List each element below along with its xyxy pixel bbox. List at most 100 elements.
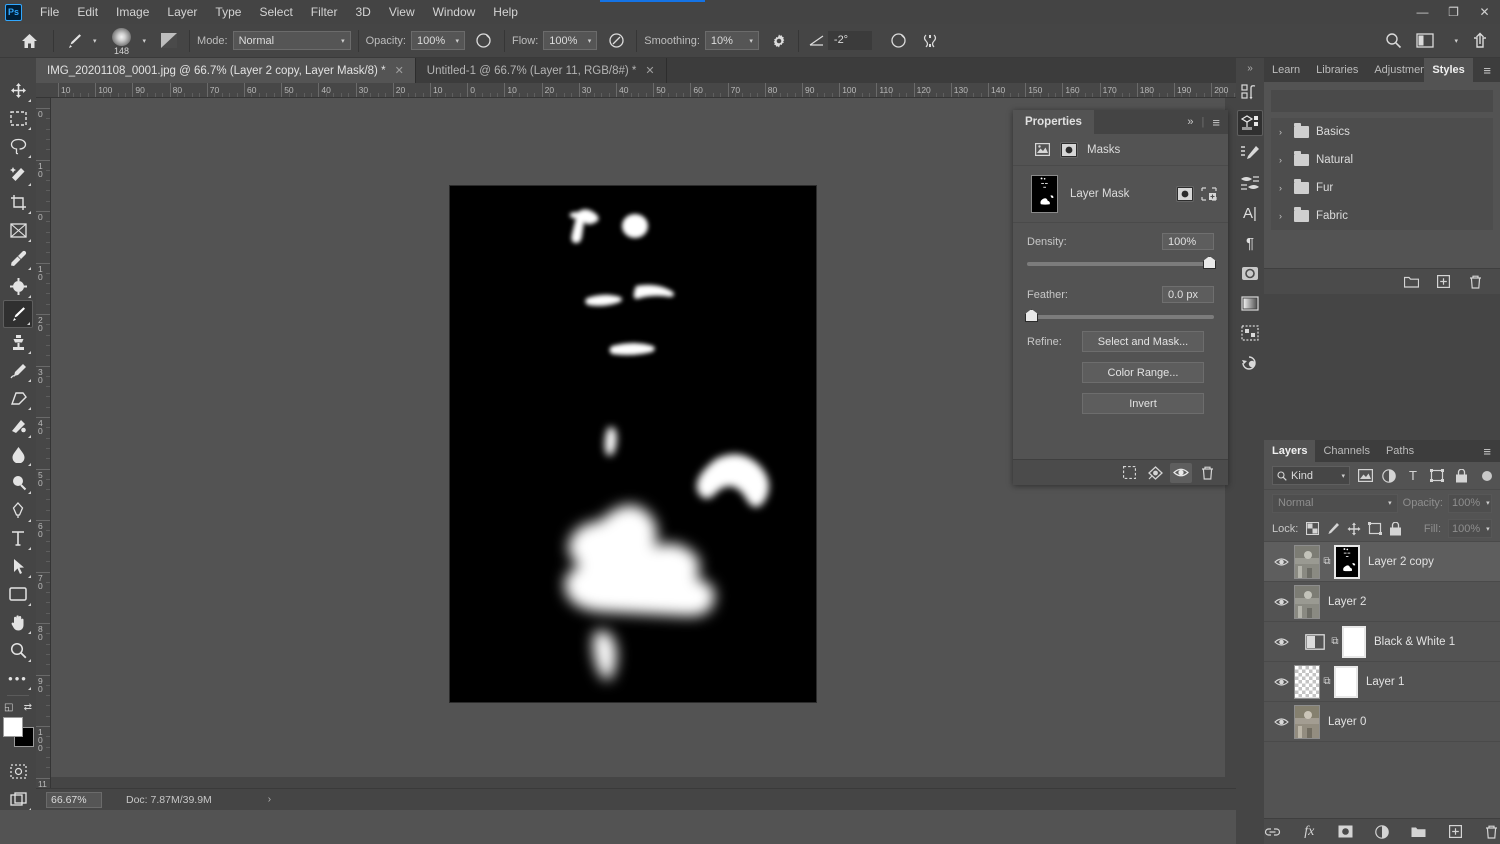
opacity-input[interactable]: 100% ▾ <box>410 31 465 50</box>
menu-3d[interactable]: 3D <box>346 2 379 22</box>
collapse-icon[interactable]: » <box>1187 116 1193 128</box>
layer-row-layer-0[interactable]: Layer 0 <box>1264 702 1500 742</box>
pen-tool[interactable] <box>3 496 33 524</box>
layer-visibility-icon[interactable] <box>1268 557 1294 567</box>
panel-menu-icon[interactable]: ≡ <box>1483 440 1500 462</box>
character-icon[interactable]: A| <box>1237 200 1263 226</box>
rectangle-tool[interactable] <box>3 580 33 608</box>
delete-style-icon[interactable] <box>1464 272 1486 292</box>
brush-tool[interactable] <box>3 300 33 328</box>
layer-thumbnail[interactable] <box>1294 584 1320 619</box>
patterns-icon[interactable] <box>1237 320 1263 346</box>
close-icon[interactable]: ✕ <box>395 64 404 77</box>
tab-styles[interactable]: Styles <box>1424 58 1473 82</box>
menu-layer[interactable]: Layer <box>158 2 206 22</box>
brush-tool-icon[interactable] <box>61 27 87 55</box>
layer-row-layer-2-copy[interactable]: ⧉ Layer 2 copy <box>1264 542 1500 582</box>
pressure-opacity-icon[interactable] <box>471 32 497 49</box>
layer-mask-thumbnail[interactable] <box>1334 544 1360 579</box>
add-mask-icon[interactable] <box>1200 186 1218 202</box>
close-icon[interactable]: ✕ <box>645 64 654 77</box>
zoom-tool[interactable] <box>3 636 33 664</box>
rectangular-marquee-tool[interactable] <box>3 104 33 132</box>
document-tab-1[interactable]: IMG_20201108_0001.jpg @ 66.7% (Layer 2 c… <box>36 58 416 83</box>
brush-preset-picker[interactable]: 148 <box>107 27 137 55</box>
blur-tool[interactable] <box>3 440 33 468</box>
layer-thumbnail[interactable] <box>1294 544 1320 579</box>
minimize-button[interactable]: — <box>1407 0 1438 24</box>
filter-pixel-icon[interactable] <box>1356 467 1374 485</box>
layer-thumbnail[interactable] <box>1294 664 1320 699</box>
layer-row-layer-1[interactable]: ⧉ Layer 1 <box>1264 662 1500 702</box>
density-input[interactable]: 100% <box>1162 233 1214 250</box>
new-fill-adjustment-icon[interactable] <box>1374 822 1391 842</box>
load-selection-icon[interactable] <box>1118 463 1140 483</box>
layer-fill-input[interactable]: 100% ▾ <box>1448 519 1492 538</box>
gradient-tool[interactable] <box>3 412 33 440</box>
style-group-natural[interactable]: › Natural <box>1271 146 1493 174</box>
lock-position-icon[interactable] <box>1347 520 1361 538</box>
airbrush-icon[interactable] <box>603 32 629 49</box>
menu-edit[interactable]: Edit <box>68 2 107 22</box>
foreground-color-swatch[interactable] <box>3 717 23 737</box>
menu-window[interactable]: Window <box>424 2 485 22</box>
path-selection-tool[interactable] <box>3 552 33 580</box>
tab-channels[interactable]: Channels <box>1315 440 1377 462</box>
history-icon[interactable] <box>1237 80 1263 106</box>
layer-visibility-icon[interactable] <box>1268 717 1294 727</box>
delete-layer-icon[interactable] <box>1484 822 1500 842</box>
tab-adjustments[interactable]: Adjustment <box>1366 58 1424 82</box>
link-icon[interactable]: ⧉ <box>1320 556 1334 567</box>
gradients-icon[interactable] <box>1237 290 1263 316</box>
edit-toolbar-icon[interactable]: ••• <box>3 664 33 692</box>
feather-slider-handle[interactable] <box>1025 309 1038 322</box>
hand-tool[interactable] <box>3 608 33 636</box>
menu-file[interactable]: File <box>31 2 68 22</box>
3d-icon[interactable] <box>1237 110 1263 136</box>
magic-wand-tool[interactable] <box>3 160 33 188</box>
swap-colors-icon[interactable]: ⇄ <box>24 702 32 713</box>
layer-mask-thumbnail[interactable] <box>1334 665 1358 698</box>
canvas-horizontal-scrollbar[interactable] <box>51 777 1236 788</box>
tab-paths[interactable]: Paths <box>1378 440 1422 462</box>
layer-visibility-icon[interactable] <box>1268 677 1294 687</box>
panel-menu-icon[interactable]: ≡ <box>1483 58 1500 82</box>
document-tab-2[interactable]: Untitled-1 @ 66.7% (Layer 11, RGB/8#) * … <box>415 58 667 83</box>
tab-properties[interactable]: Properties <box>1013 110 1094 134</box>
actions-icon[interactable] <box>1237 350 1263 376</box>
lock-image-pixels-icon[interactable] <box>1326 520 1340 538</box>
close-button[interactable]: ✕ <box>1469 0 1500 24</box>
select-and-mask-button[interactable]: Select and Mask... <box>1082 331 1204 352</box>
chevron-right-icon[interactable]: › <box>1279 155 1287 165</box>
status-expand-icon[interactable]: › <box>268 794 271 805</box>
lasso-tool[interactable] <box>3 132 33 160</box>
restore-button[interactable]: ❐ <box>1438 0 1469 24</box>
clone-stamp-tool[interactable] <box>3 328 33 356</box>
filter-adjustment-icon[interactable] <box>1380 467 1398 485</box>
new-group-icon[interactable] <box>1411 822 1428 842</box>
layer-name[interactable]: Layer 1 <box>1366 676 1404 688</box>
share-icon[interactable] <box>1472 32 1488 49</box>
style-group-fur[interactable]: › Fur <box>1271 174 1493 202</box>
layer-name[interactable]: Black & White 1 <box>1374 636 1455 648</box>
menu-help[interactable]: Help <box>484 2 527 22</box>
workspace-chevron-down-icon[interactable]: ▾ <box>1454 37 1458 45</box>
density-slider-handle[interactable] <box>1203 256 1216 269</box>
chevron-right-icon[interactable]: › <box>1279 211 1287 221</box>
chevron-right-icon[interactable]: › <box>1279 183 1287 193</box>
pixel-mask-icon[interactable] <box>1033 142 1051 158</box>
add-layer-mask-icon[interactable] <box>1338 822 1355 842</box>
paragraph-icon[interactable]: ¶ <box>1237 230 1263 256</box>
document-canvas[interactable] <box>450 186 816 702</box>
delete-mask-icon[interactable] <box>1196 463 1218 483</box>
vertical-ruler[interactable]: 0100102030405060708090100110 <box>36 98 51 788</box>
vector-mask-icon[interactable] <box>1060 141 1078 158</box>
type-tool[interactable] <box>3 524 33 552</box>
chevron-right-icon[interactable]: › <box>1279 127 1287 137</box>
layer-name[interactable]: Layer 2 copy <box>1368 556 1434 568</box>
layer-row-layer-2[interactable]: Layer 2 <box>1264 582 1500 622</box>
filter-smart-object-icon[interactable] <box>1452 467 1470 485</box>
link-icon[interactable]: ⧉ <box>1328 636 1342 647</box>
brush-settings-panel-icon[interactable] <box>156 29 182 53</box>
adjustment-layer-icon[interactable] <box>1302 633 1328 650</box>
